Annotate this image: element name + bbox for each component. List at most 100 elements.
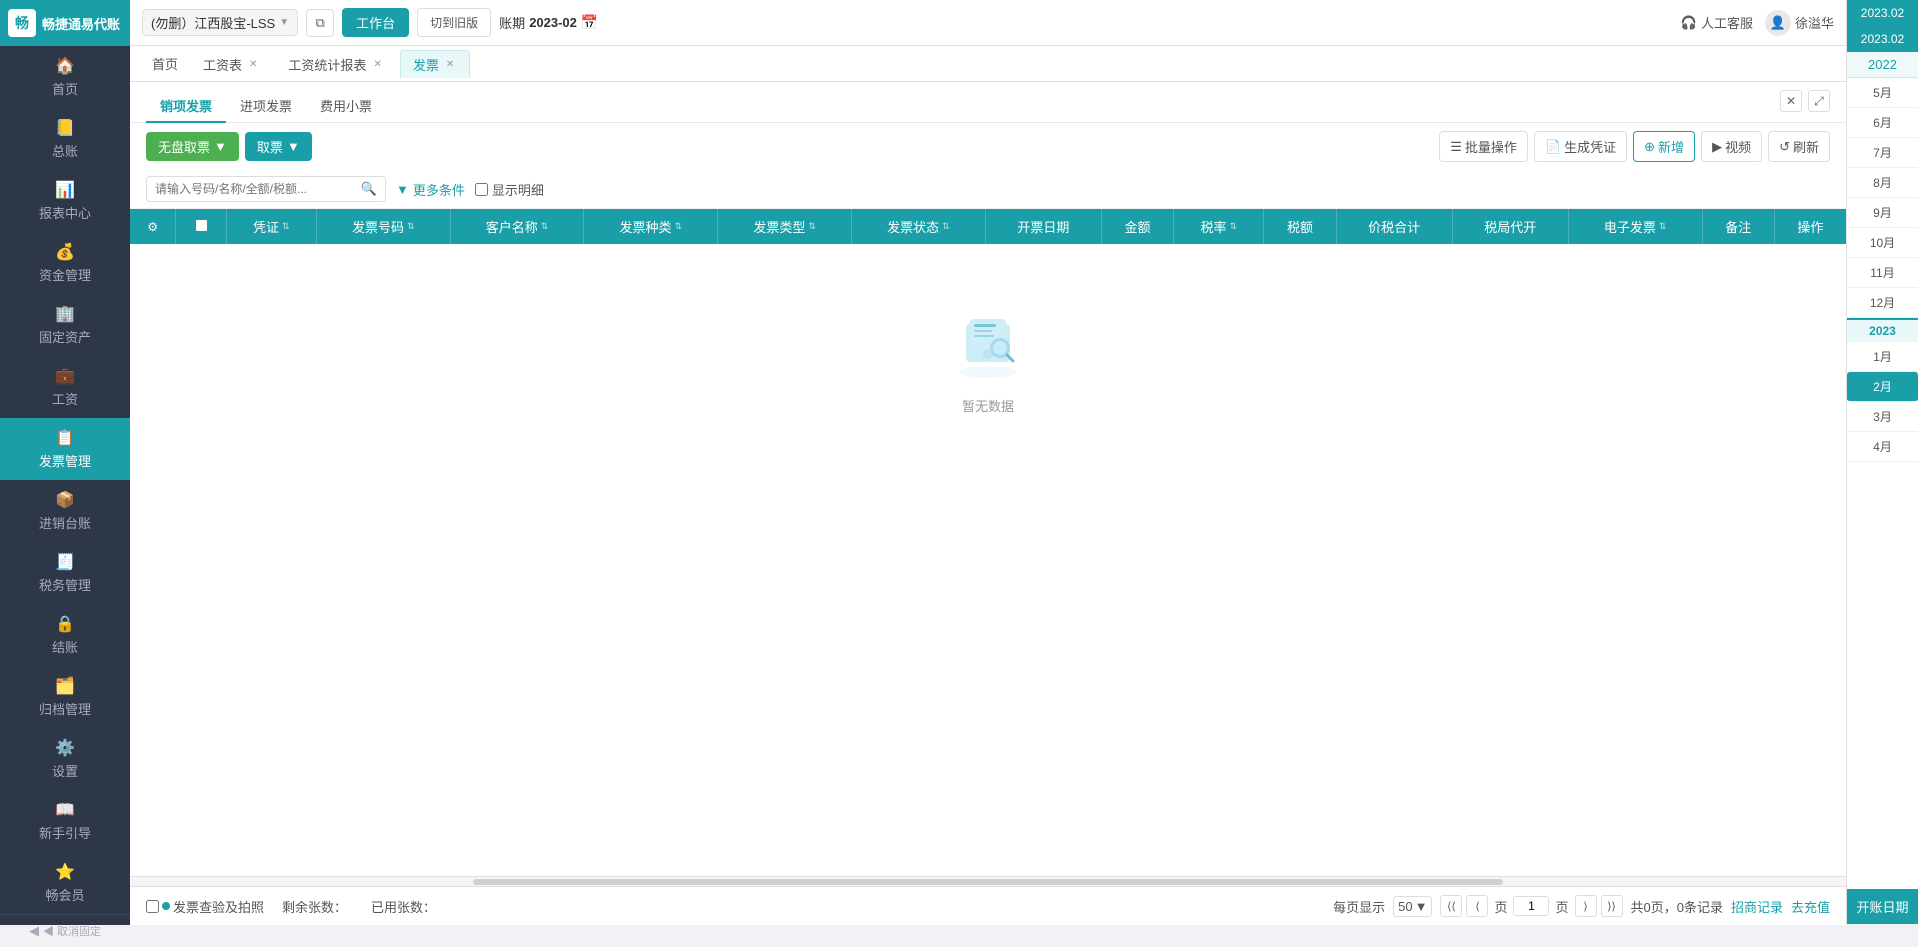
month-9[interactable]: 9月 [1847, 198, 1918, 228]
col-invoice-category-label: 发票类型 [753, 217, 805, 236]
more-conditions-btn[interactable]: ▼ 更多条件 [396, 180, 465, 199]
period-calendar-icon[interactable]: 📅 [581, 14, 598, 31]
next-page-btn[interactable]: ⟩ [1575, 895, 1597, 917]
filter-bar: 🔍 ▼ 更多条件 显示明细 [130, 170, 1846, 209]
tab-payroll-table[interactable]: 工资表 ✕ [190, 50, 273, 78]
open-period-btn[interactable]: 开账日期 [1847, 889, 1918, 925]
copy-button[interactable]: ⧉ [306, 9, 334, 37]
year-2022-label: 2022 [1847, 52, 1918, 78]
detail-checkbox[interactable] [475, 183, 488, 196]
page-size-arrow: ▼ [1415, 899, 1428, 914]
new-btn[interactable]: ⊕ 新增 [1633, 131, 1695, 162]
total-records: 共0页，0条记录 [1631, 897, 1723, 916]
tab-invoice[interactable]: 发票 ✕ [400, 50, 470, 78]
sidebar-item-guide[interactable]: 📖 新手引导 [0, 790, 130, 852]
month-2023-2-active[interactable]: 2月 [1847, 372, 1918, 402]
sidebar-item-archive[interactable]: 🗂️ 归档管理 [0, 666, 130, 728]
col-electronic[interactable]: 电子发票⇅ [1568, 209, 1702, 244]
search-input[interactable] [155, 182, 355, 196]
tab-home[interactable]: 首页 [142, 50, 188, 77]
select-all-checkbox[interactable] [195, 219, 208, 232]
refresh-btn[interactable]: ↺ 刷新 [1768, 131, 1830, 162]
month-2023-3[interactable]: 3月 [1847, 402, 1918, 432]
col-voucher[interactable]: 凭证⇅ [226, 209, 316, 244]
user-name: 徐溢华 [1795, 13, 1834, 32]
invoice-toolbar: 无盘取票 ▼ 取票 ▼ ☰ 批量操作 📄 生成凭证 [130, 123, 1846, 170]
show-detail-checkbox[interactable]: 显示明细 [475, 180, 544, 199]
main-area: (勿删）江西股宝-LSS ▼ ⧉ 工作台 切到旧版 账期 2023-02 📅 🎧… [130, 0, 1846, 925]
horizontal-scrollbar[interactable] [130, 876, 1846, 886]
payroll-icon: 💼 [55, 366, 75, 386]
month-10[interactable]: 10月 [1847, 228, 1918, 258]
month-2023-1[interactable]: 1月 [1847, 342, 1918, 372]
last-page-btn[interactable]: ⟩⟩ [1601, 895, 1623, 917]
page-size-selector[interactable]: 50 ▼ [1393, 896, 1432, 917]
sidebar-item-member[interactable]: ⭐ 畅会员 [0, 852, 130, 914]
sidebar-item-label: 进销台账 [39, 513, 91, 532]
month-7[interactable]: 7月 [1847, 138, 1918, 168]
col-tax-rate[interactable]: 税率⇅ [1174, 209, 1264, 244]
sidebar-item-payroll[interactable]: 💼 工资 [0, 356, 130, 418]
month-8[interactable]: 8月 [1847, 168, 1918, 198]
batch-ops-btn[interactable]: ☰ 批量操作 [1439, 131, 1528, 162]
month-11[interactable]: 11月 [1847, 258, 1918, 288]
tab-close-icon[interactable]: ✕ [246, 58, 260, 71]
month-6[interactable]: 6月 [1847, 108, 1918, 138]
col-invoice-status[interactable]: 发票状态⇅ [852, 209, 986, 244]
sub-tab-sales-invoice[interactable]: 销项发票 [146, 90, 226, 123]
col-customer[interactable]: 客户名称⇅ [450, 209, 584, 244]
sub-tab-purchase-invoice[interactable]: 进项发票 [226, 90, 306, 123]
month-5[interactable]: 5月 [1847, 78, 1918, 108]
sidebar: 畅 畅捷通易代账 🏠 首页 📒 总账 📊 报表中心 💰 资金管理 🏢 固定资产 … [0, 0, 130, 925]
gen-voucher-btn[interactable]: 📄 生成凭证 [1534, 131, 1627, 162]
period-display: 账期 2023-02 📅 [499, 13, 598, 32]
user-menu[interactable]: 👤 徐溢华 [1765, 10, 1834, 36]
sub-tab-expense-receipt[interactable]: 费用小票 [306, 90, 386, 123]
prev-page-btn[interactable]: ⟨ [1466, 895, 1488, 917]
col-settings[interactable]: ⚙ [130, 209, 176, 244]
video-btn[interactable]: ▶ 视频 [1701, 131, 1762, 162]
workspace-button[interactable]: 工作台 [342, 8, 409, 37]
tab-close-icon[interactable]: ✕ [370, 58, 384, 71]
search-box[interactable]: 🔍 [146, 176, 386, 202]
recruit-link[interactable]: 招商记录 [1731, 897, 1783, 916]
sidebar-item-label: 结账 [52, 637, 78, 656]
month-12[interactable]: 12月 [1847, 288, 1918, 318]
sidebar-item-tax[interactable]: 🧾 税务管理 [0, 542, 130, 604]
sort-icon: ⇅ [808, 221, 816, 232]
sidebar-item-home[interactable]: 🏠 首页 [0, 46, 130, 108]
sort-icon: ⇅ [942, 221, 950, 232]
service-button[interactable]: 🎧 人工客服 [1681, 13, 1753, 32]
recharge-link[interactable]: 去充值 [1791, 897, 1830, 916]
no-ticket-btn[interactable]: 无盘取票 ▼ [146, 132, 239, 161]
headset-icon: 🎧 [1681, 15, 1697, 31]
tab-label: 工资表 [203, 55, 242, 74]
tab-close-active-icon[interactable]: ✕ [443, 58, 457, 71]
maximize-window-btn[interactable]: ⤢ [1808, 90, 1830, 112]
col-invoice-no[interactable]: 发票号码⇅ [316, 209, 450, 244]
sidebar-item-assets[interactable]: 🏢 固定资产 [0, 294, 130, 356]
sidebar-item-capital[interactable]: 💰 资金管理 [0, 232, 130, 294]
sidebar-item-reports[interactable]: 📊 报表中心 [0, 170, 130, 232]
sidebar-item-sales[interactable]: 📦 进销台账 [0, 480, 130, 542]
legacy-button[interactable]: 切到旧版 [417, 8, 491, 37]
page-number-input[interactable] [1513, 896, 1549, 916]
verify-checkbox[interactable] [146, 900, 159, 913]
sidebar-item-ledger[interactable]: 📒 总账 [0, 108, 130, 170]
company-selector[interactable]: (勿删）江西股宝-LSS ▼ [142, 9, 298, 36]
month-2023-4[interactable]: 4月 [1847, 432, 1918, 462]
col-invoice-type[interactable]: 发票种类⇅ [584, 209, 718, 244]
sidebar-item-invoice[interactable]: 📋 发票管理 [0, 418, 130, 480]
fetch-btn[interactable]: 取票 ▼ [245, 132, 312, 161]
filter-icon: ▼ [396, 182, 409, 197]
sidebar-item-settings[interactable]: ⚙️ 设置 [0, 728, 130, 790]
col-invoice-category[interactable]: 发票类型⇅ [718, 209, 852, 244]
first-page-btn[interactable]: ⟨⟨ [1440, 895, 1462, 917]
tab-payroll-stats[interactable]: 工资统计报表 ✕ [275, 50, 397, 78]
close-window-btn[interactable]: ✕ [1780, 90, 1802, 112]
col-total: 价税合计 [1336, 209, 1452, 244]
sidebar-collapse-btn[interactable]: ◀ ◀ 取消固定 [0, 915, 130, 947]
sidebar-item-closing[interactable]: 🔒 结账 [0, 604, 130, 666]
col-checkbox[interactable] [176, 209, 226, 244]
video-icon: ▶ [1712, 139, 1722, 155]
